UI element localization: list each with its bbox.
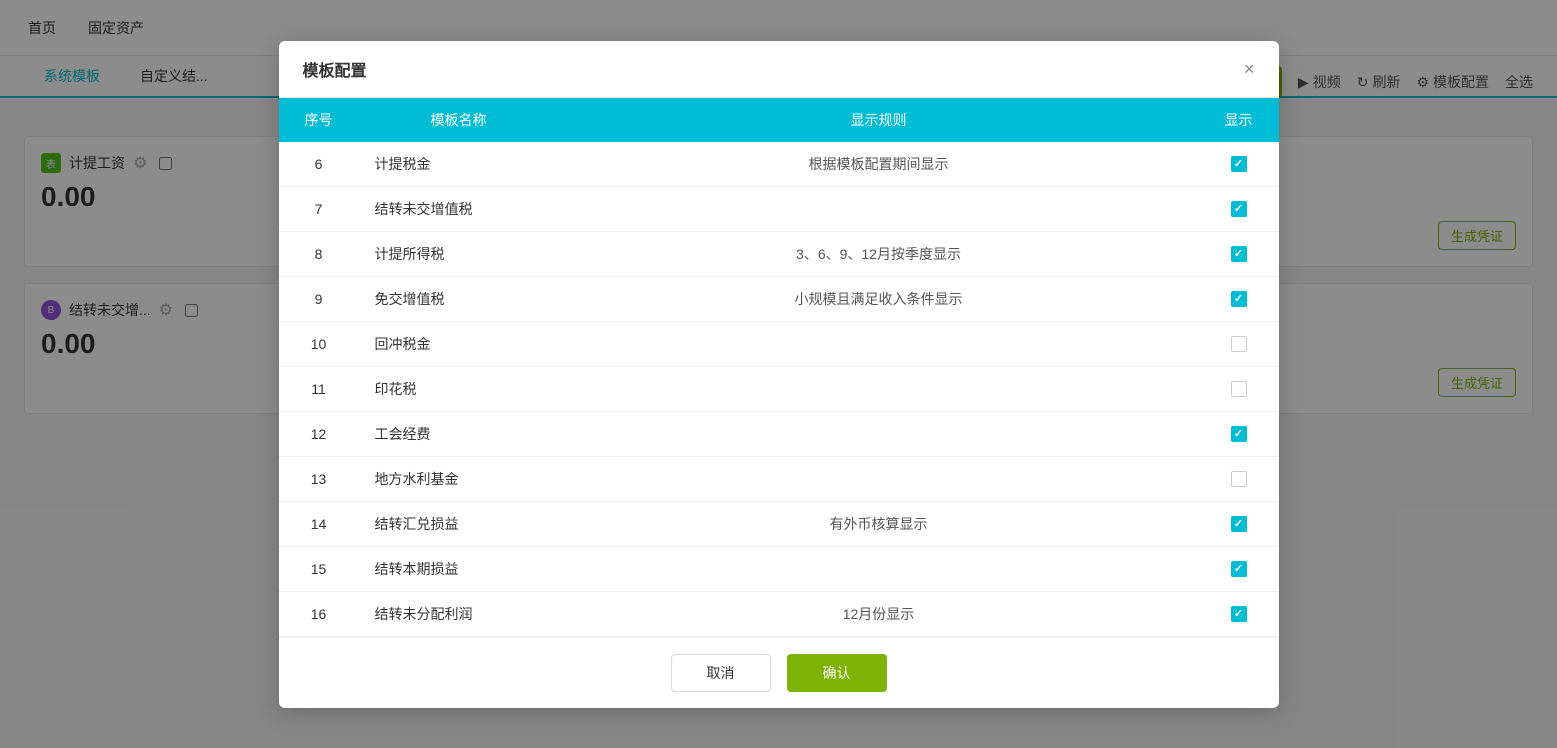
cell-seq: 15 xyxy=(279,546,359,591)
table-row: 8计提所得税3、6、9、12月按季度显示 xyxy=(279,231,1279,276)
cell-seq: 6 xyxy=(279,142,359,187)
modal-overlay: 模板配置 × 序号 模板名称 显示规则 显示 6计提税金根据模板配置期间显示7结… xyxy=(0,0,1557,748)
cell-seq: 9 xyxy=(279,276,359,321)
cell-rule xyxy=(559,186,1199,231)
cell-seq: 14 xyxy=(279,501,359,546)
cell-display[interactable] xyxy=(1199,231,1279,276)
cell-display[interactable] xyxy=(1199,366,1279,411)
col-name: 模板名称 xyxy=(359,98,559,142)
cell-seq: 16 xyxy=(279,591,359,636)
col-display: 显示 xyxy=(1199,98,1279,142)
cell-display[interactable] xyxy=(1199,142,1279,187)
cell-display[interactable] xyxy=(1199,276,1279,321)
table-row: 9免交增值税小规模且满足收入条件显示 xyxy=(279,276,1279,321)
cell-rule xyxy=(559,456,1199,501)
cell-display[interactable] xyxy=(1199,591,1279,636)
cell-name: 计提所得税 xyxy=(359,231,559,276)
display-checkbox-12[interactable] xyxy=(1231,426,1247,442)
modal-body: 序号 模板名称 显示规则 显示 6计提税金根据模板配置期间显示7结转未交增值税8… xyxy=(279,98,1279,637)
display-checkbox-10[interactable] xyxy=(1231,336,1247,352)
cell-name: 结转本期损益 xyxy=(359,546,559,591)
table-row: 15结转本期损益 xyxy=(279,546,1279,591)
cell-rule xyxy=(559,321,1199,366)
cell-rule: 3、6、9、12月按季度显示 xyxy=(559,231,1199,276)
cell-display[interactable] xyxy=(1199,321,1279,366)
cell-seq: 10 xyxy=(279,321,359,366)
cell-seq: 12 xyxy=(279,411,359,456)
cell-name: 结转未交增值税 xyxy=(359,186,559,231)
cell-display[interactable] xyxy=(1199,456,1279,501)
table-row: 11印花税 xyxy=(279,366,1279,411)
cell-display[interactable] xyxy=(1199,411,1279,456)
display-checkbox-6[interactable] xyxy=(1231,156,1247,172)
cell-name: 计提税金 xyxy=(359,142,559,187)
table-row: 16结转未分配利润12月份显示 xyxy=(279,591,1279,636)
cell-rule: 有外币核算显示 xyxy=(559,501,1199,546)
modal-header: 模板配置 × xyxy=(279,41,1279,98)
cell-name: 地方水利基金 xyxy=(359,456,559,501)
cell-seq: 11 xyxy=(279,366,359,411)
display-checkbox-16[interactable] xyxy=(1231,606,1247,622)
table-row: 13地方水利基金 xyxy=(279,456,1279,501)
modal-template-config: 模板配置 × 序号 模板名称 显示规则 显示 6计提税金根据模板配置期间显示7结… xyxy=(279,41,1279,708)
cell-name: 结转未分配利润 xyxy=(359,591,559,636)
table-row: 14结转汇兑损益有外币核算显示 xyxy=(279,501,1279,546)
table-row: 10回冲税金 xyxy=(279,321,1279,366)
cell-seq: 7 xyxy=(279,186,359,231)
cell-name: 印花税 xyxy=(359,366,559,411)
cell-rule xyxy=(559,411,1199,456)
display-checkbox-7[interactable] xyxy=(1231,201,1247,217)
confirm-button[interactable]: 确认 xyxy=(787,654,887,692)
cell-rule: 12月份显示 xyxy=(559,591,1199,636)
config-table: 序号 模板名称 显示规则 显示 6计提税金根据模板配置期间显示7结转未交增值税8… xyxy=(279,98,1279,637)
modal-title: 模板配置 xyxy=(303,57,367,81)
cancel-button[interactable]: 取消 xyxy=(671,654,771,692)
cell-name: 结转汇兑损益 xyxy=(359,501,559,546)
cell-rule xyxy=(559,366,1199,411)
cell-seq: 8 xyxy=(279,231,359,276)
table-row: 7结转未交增值税 xyxy=(279,186,1279,231)
cell-rule xyxy=(559,546,1199,591)
col-rule: 显示规则 xyxy=(559,98,1199,142)
cell-name: 回冲税金 xyxy=(359,321,559,366)
cell-display[interactable] xyxy=(1199,186,1279,231)
cell-name: 免交增值税 xyxy=(359,276,559,321)
cell-rule: 根据模板配置期间显示 xyxy=(559,142,1199,187)
modal-footer: 取消 确认 xyxy=(279,637,1279,708)
table-row: 12工会经费 xyxy=(279,411,1279,456)
display-checkbox-13[interactable] xyxy=(1231,471,1247,487)
display-checkbox-9[interactable] xyxy=(1231,291,1247,307)
cell-rule: 小规模且满足收入条件显示 xyxy=(559,276,1199,321)
display-checkbox-8[interactable] xyxy=(1231,246,1247,262)
table-row: 6计提税金根据模板配置期间显示 xyxy=(279,142,1279,187)
modal-close-button[interactable]: × xyxy=(1244,60,1255,78)
cell-seq: 13 xyxy=(279,456,359,501)
display-checkbox-14[interactable] xyxy=(1231,516,1247,532)
col-seq: 序号 xyxy=(279,98,359,142)
table-header-row: 序号 模板名称 显示规则 显示 xyxy=(279,98,1279,142)
display-checkbox-11[interactable] xyxy=(1231,381,1247,397)
cell-display[interactable] xyxy=(1199,546,1279,591)
cell-display[interactable] xyxy=(1199,501,1279,546)
display-checkbox-15[interactable] xyxy=(1231,561,1247,577)
cell-name: 工会经费 xyxy=(359,411,559,456)
